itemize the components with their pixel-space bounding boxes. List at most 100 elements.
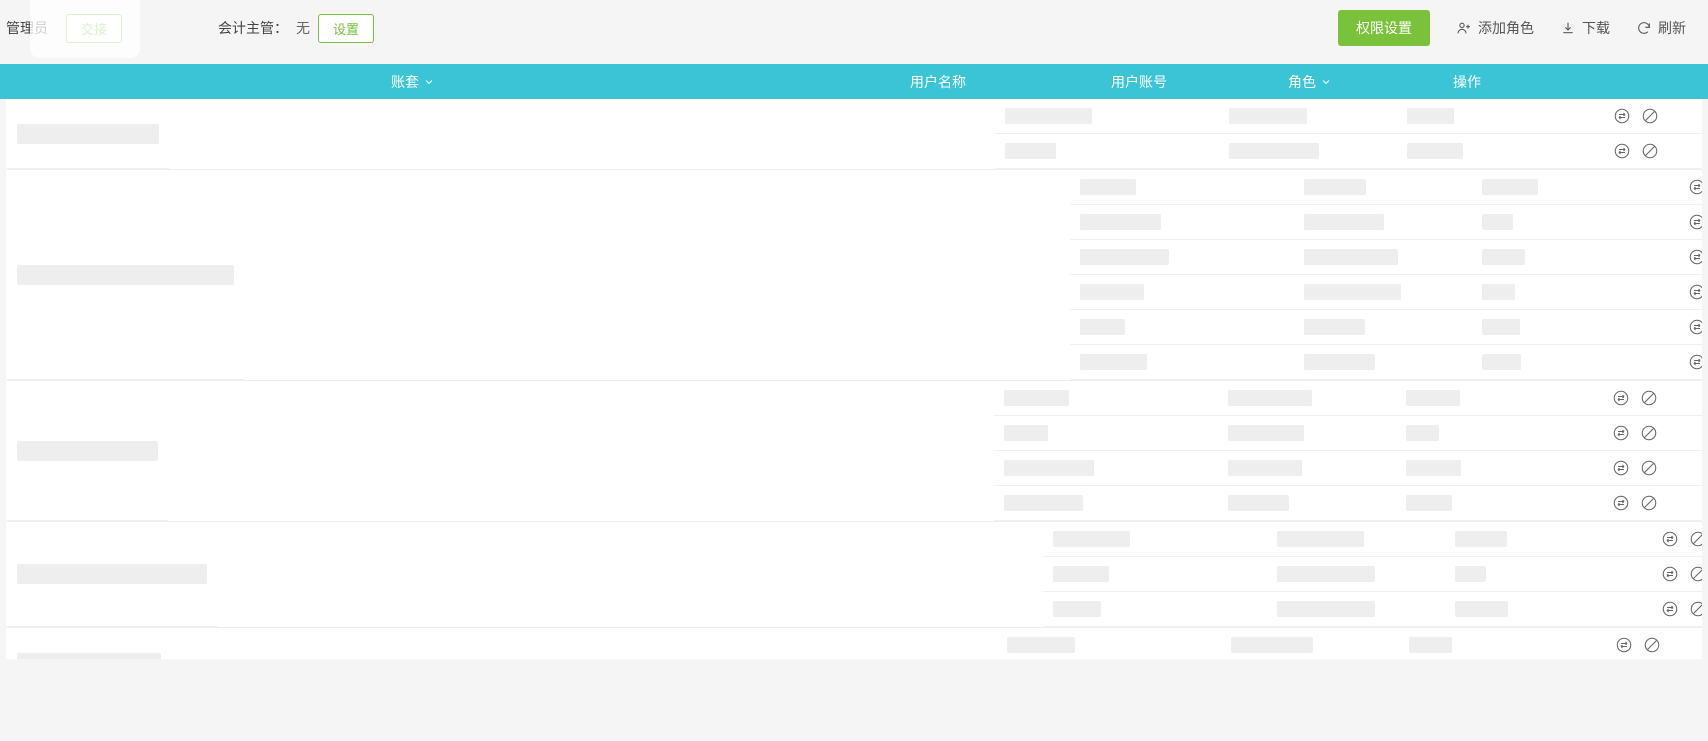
supervisor-block: 会计主管： 无 设置 — [218, 14, 374, 43]
transfer-icon[interactable] — [1688, 318, 1702, 336]
table-row — [171, 628, 1702, 659]
redacted-role — [1482, 214, 1513, 230]
transfer-icon[interactable] — [1688, 353, 1702, 371]
redacted-user-name — [1004, 460, 1094, 476]
group-row — [7, 380, 1702, 521]
redacted-user-name — [1080, 354, 1147, 370]
redacted-user-account — [1304, 284, 1401, 300]
table-row — [169, 134, 1702, 169]
redacted-role — [1482, 284, 1515, 300]
forbid-icon[interactable] — [1689, 565, 1702, 583]
transfer-icon[interactable] — [1688, 248, 1702, 266]
redacted-role — [1407, 108, 1455, 124]
download-icon — [1560, 20, 1576, 36]
forbid-icon[interactable] — [1640, 459, 1658, 477]
user-plus-icon — [1456, 20, 1472, 36]
add-role-button[interactable]: 添加角色 — [1456, 18, 1534, 38]
redacted-role — [1455, 531, 1507, 547]
supervisor-value: 无 — [296, 18, 310, 38]
forbid-icon[interactable] — [1641, 142, 1659, 160]
redacted-user-name — [1005, 108, 1092, 124]
th-account-set[interactable]: 账套 — [0, 72, 826, 92]
table-header: 账套 用户名称 用户账号 角色 操作 — [0, 64, 1708, 99]
th-operate-label: 操作 — [1453, 72, 1481, 92]
refresh-button[interactable]: 刷新 — [1636, 18, 1686, 38]
redacted-user-name — [1080, 319, 1125, 335]
redacted-user-account — [1304, 249, 1398, 265]
chevron-down-icon — [1320, 76, 1332, 88]
forbid-icon[interactable] — [1689, 530, 1702, 548]
download-button[interactable]: 下载 — [1560, 18, 1610, 38]
transfer-icon[interactable] — [1615, 636, 1633, 654]
redacted-user-name — [1004, 495, 1083, 511]
table-row — [244, 170, 1702, 205]
redacted-role — [1406, 425, 1438, 441]
chevron-down-icon — [423, 76, 435, 88]
transfer-icon[interactable] — [1612, 494, 1630, 512]
redacted-user-name — [1005, 143, 1056, 159]
th-user-account: 用户账号 — [1050, 72, 1228, 92]
redacted-role — [1455, 566, 1486, 582]
th-role[interactable]: 角色 — [1228, 72, 1392, 92]
transfer-icon[interactable] — [1661, 565, 1679, 583]
redacted-user-account — [1304, 214, 1385, 230]
supervisor-set-button[interactable]: 设置 — [318, 14, 374, 43]
th-role-label: 角色 — [1288, 72, 1316, 92]
redacted-user-account — [1228, 460, 1302, 476]
redacted-role — [1482, 179, 1538, 195]
transfer-icon[interactable] — [1612, 459, 1630, 477]
transfer-icon[interactable] — [1661, 600, 1679, 618]
transfer-icon[interactable] — [1661, 530, 1679, 548]
forbid-icon[interactable] — [1640, 424, 1658, 442]
redacted-role — [1455, 601, 1508, 617]
transfer-icon[interactable] — [1613, 142, 1631, 160]
refresh-label: 刷新 — [1658, 18, 1686, 38]
redacted-user-name — [1004, 390, 1069, 406]
table-row — [217, 592, 1702, 627]
table-row — [168, 416, 1702, 451]
transfer-icon[interactable] — [1688, 283, 1702, 301]
redacted-user-account — [1229, 143, 1319, 159]
redacted-user-account — [1228, 390, 1312, 406]
transfer-icon[interactable] — [1688, 178, 1702, 196]
table-body[interactable] — [6, 99, 1702, 659]
redacted-user-account — [1304, 179, 1366, 195]
redacted-user-name — [1080, 214, 1161, 230]
forbid-icon[interactable] — [1689, 600, 1702, 618]
redacted-role — [1409, 637, 1452, 653]
redacted-role — [1406, 390, 1459, 406]
redacted-user-name — [1080, 249, 1169, 265]
redacted-user-account — [1277, 531, 1364, 547]
refresh-icon — [1636, 20, 1652, 36]
permission-settings-button[interactable]: 权限设置 — [1338, 10, 1430, 46]
redacted-role — [1407, 143, 1464, 159]
transfer-icon[interactable] — [1688, 213, 1702, 231]
redacted-role — [1482, 354, 1521, 370]
redacted-user-name — [1080, 179, 1136, 195]
redacted-account-set — [17, 653, 161, 660]
table-row — [244, 275, 1702, 310]
redacted-user-name — [1053, 566, 1109, 582]
forbid-icon[interactable] — [1640, 389, 1658, 407]
add-role-label: 添加角色 — [1478, 18, 1534, 38]
handover-button[interactable]: 交接 — [66, 14, 122, 43]
th-user-name: 用户名称 — [826, 72, 1050, 92]
redacted-user-name — [1007, 637, 1075, 653]
redacted-role — [1406, 495, 1452, 511]
transfer-icon[interactable] — [1612, 389, 1630, 407]
transfer-icon[interactable] — [1612, 424, 1630, 442]
forbid-icon[interactable] — [1641, 107, 1659, 125]
redacted-user-account — [1228, 495, 1289, 511]
forbid-icon[interactable] — [1640, 494, 1658, 512]
table-row — [244, 345, 1702, 380]
supervisor-label: 会计主管： — [218, 18, 288, 38]
table-row — [168, 486, 1702, 521]
th-account-set-label: 账套 — [391, 72, 419, 92]
th-user-name-label: 用户名称 — [910, 72, 966, 92]
redacted-account-set — [17, 124, 159, 144]
topbar: 管理员 交接 会计主管： 无 设置 权限设置 添加角色 下载 刷新 — [0, 0, 1708, 64]
redacted-account-set — [17, 564, 207, 584]
redacted-user-account — [1277, 601, 1375, 617]
transfer-icon[interactable] — [1613, 107, 1631, 125]
forbid-icon[interactable] — [1643, 636, 1661, 654]
